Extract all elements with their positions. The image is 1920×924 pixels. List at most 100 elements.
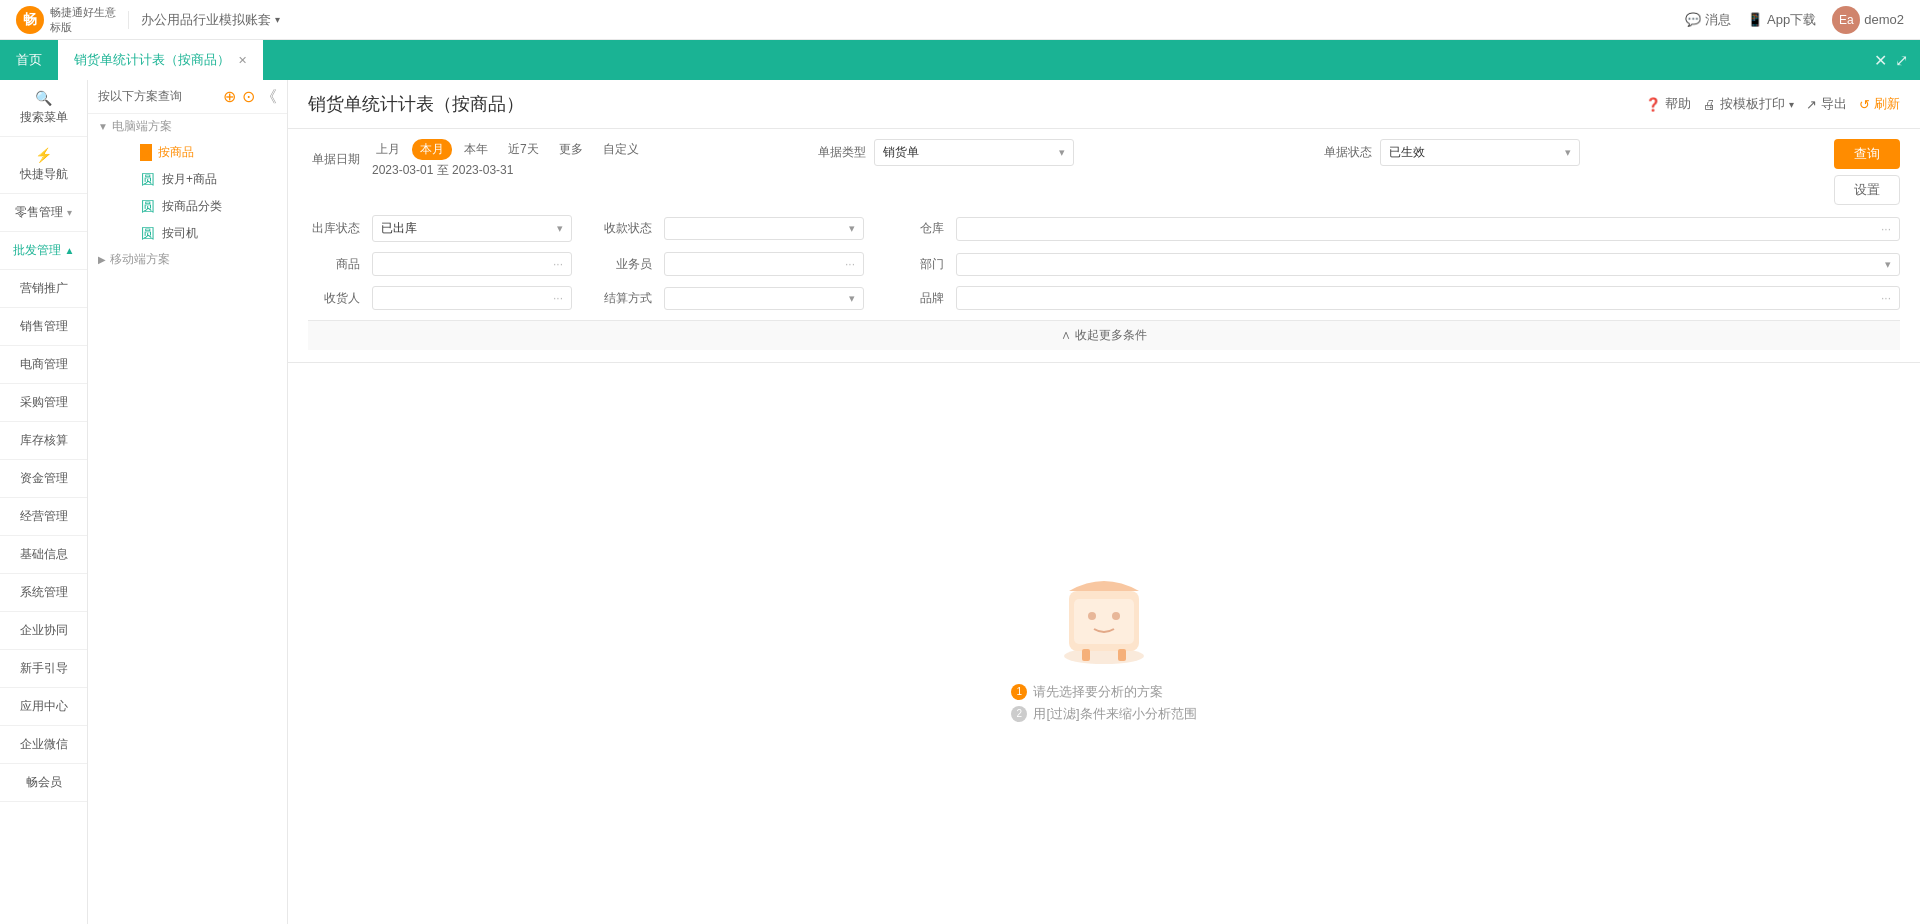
empty-state: 1 请先选择要分析的方案 2 用[过滤]条件来缩小分析范围 <box>288 363 1920 924</box>
print-button[interactable]: 🖨 按模板打印 ▾ <box>1703 95 1794 113</box>
sidebar-item-system[interactable]: 系统管理 <box>0 574 87 612</box>
retail-arrow-icon: ▾ <box>67 207 72 218</box>
date-tab-this-year[interactable]: 本年 <box>456 139 496 160</box>
settle-select[interactable]: ▾ <box>664 287 864 310</box>
sidebar-item-finance[interactable]: 资金管理 <box>0 460 87 498</box>
sidebar-item-member[interactable]: 畅会员 <box>0 764 87 802</box>
sidebar-item-basic[interactable]: 基础信息 <box>0 536 87 574</box>
sidebar-item-search[interactable]: 🔍 搜索菜单 <box>0 80 87 137</box>
sidebar-item-wechat[interactable]: 企业微信 <box>0 726 87 764</box>
tab-close-all-icon[interactable]: ✕ <box>1874 51 1887 70</box>
hint-num-2: 2 <box>1011 706 1027 722</box>
brand-dots-icon: ··· <box>1881 291 1891 305</box>
tabbar: 首页 销货单统计计表（按商品） ✕ ✕ ⤢ <box>0 40 1920 80</box>
tab-expand-icon[interactable]: ⤢ <box>1895 51 1908 70</box>
help-icon: ❓ <box>1645 97 1661 112</box>
tab-home-label: 首页 <box>16 51 42 69</box>
settle-label: 结算方式 <box>600 290 652 307</box>
collapse-bar[interactable]: ∧ 收起更多条件 <box>308 320 1900 350</box>
refresh-button[interactable]: ↺ 刷新 <box>1859 95 1900 113</box>
setting-button[interactable]: 设置 <box>1834 175 1900 205</box>
sidebar-item-sales[interactable]: 销售管理 <box>0 308 87 346</box>
edit-scheme-button[interactable]: ⊙ <box>242 89 255 105</box>
content-area: 销货单统计计表（按商品） ❓ 帮助 🖨 按模板打印 ▾ ↗ 导出 <box>288 80 1920 924</box>
sidebar-item-retail[interactable]: 零售管理 ▾ <box>0 194 87 232</box>
doc-status-label: 单据状态 <box>1320 144 1372 161</box>
logo-icon: 畅 <box>16 6 44 34</box>
avatar: Ea <box>1832 6 1860 34</box>
empty-hints: 1 请先选择要分析的方案 2 用[过滤]条件来缩小分析范围 <box>1011 683 1196 727</box>
date-tab-7days[interactable]: 近7天 <box>500 139 547 160</box>
doc-type-select[interactable]: 销货单 ▾ <box>874 139 1074 166</box>
add-scheme-button[interactable]: ⊕ <box>223 89 236 105</box>
doc-status-select[interactable]: 已生效 ▾ <box>1380 139 1580 166</box>
doc-type-arrow-icon: ▾ <box>1059 146 1065 159</box>
product-select[interactable]: ··· <box>372 252 572 276</box>
left-panel-header: 按以下方案查询 ⊕ ⊙ 《 <box>88 80 287 114</box>
tree-item-by-month-product[interactable]: 圆 按月+商品 <box>112 166 287 193</box>
filter-area: 单据日期 上月 本月 本年 近7天 更多 自定义 2023-03-01 至 20… <box>288 129 1920 363</box>
tab-sales-stats[interactable]: 销货单统计计表（按商品） ✕ <box>58 40 263 80</box>
svg-point-4 <box>1112 612 1120 620</box>
sidebar-item-marketing[interactable]: 营销推广 <box>0 270 87 308</box>
settle-arrow-icon: ▾ <box>849 292 855 305</box>
quick-nav-icon: ⚡ <box>35 147 52 163</box>
date-tab-this-month[interactable]: 本月 <box>412 139 452 160</box>
dept-arrow-icon: ▾ <box>1885 258 1891 271</box>
app-download-button[interactable]: 📱 App下载 <box>1747 11 1816 29</box>
left-panel: 按以下方案查询 ⊕ ⊙ 《 ▼ 电脑端方案 按 按商品 圆 按月+商品 圆 按商… <box>88 80 288 924</box>
empty-state-content: 1 请先选择要分析的方案 2 用[过滤]条件来缩小分析范围 <box>1011 561 1196 727</box>
dept-label: 部门 <box>892 256 944 273</box>
svg-rect-6 <box>1118 649 1126 661</box>
logo-area: 畅 畅捷通好生意 标版 <box>16 5 116 34</box>
filter-row-4: 收货人 ··· 结算方式 ▾ 品牌 ··· <box>308 286 1900 310</box>
wholesale-arrow-icon: ▲ <box>65 245 75 256</box>
sidebar-item-operations[interactable]: 经营管理 <box>0 498 87 536</box>
sidebar-item-purchase[interactable]: 采购管理 <box>0 384 87 422</box>
out-status-select[interactable]: 已出库 ▾ <box>372 215 572 242</box>
collapse-panel-button[interactable]: 《 <box>261 89 277 105</box>
message-button[interactable]: 💬 消息 <box>1685 11 1731 29</box>
sidebar-item-inventory[interactable]: 库存核算 <box>0 422 87 460</box>
sidebar-item-wholesale[interactable]: 批发管理 ▲ <box>0 232 87 270</box>
dept-select[interactable]: ▾ <box>956 253 1900 276</box>
hint-num-1: 1 <box>1011 684 1027 700</box>
receiver-select[interactable]: ··· <box>372 286 572 310</box>
print-arrow-icon: ▾ <box>1789 99 1794 110</box>
sidebar-item-ecommerce[interactable]: 电商管理 <box>0 346 87 384</box>
warehouse-label: 仓库 <box>892 220 944 237</box>
salesperson-label: 业务员 <box>600 256 652 273</box>
by-month-icon: 圆 <box>140 172 156 188</box>
salesperson-select[interactable]: ··· <box>664 252 864 276</box>
tree-section-pc[interactable]: ▼ 电脑端方案 <box>88 114 287 139</box>
receipt-status-select[interactable]: ▾ <box>664 217 864 240</box>
user-menu[interactable]: Ea demo2 <box>1832 6 1904 34</box>
date-label: 单据日期 <box>308 151 360 168</box>
date-tab-custom[interactable]: 自定义 <box>595 139 647 160</box>
page-actions: ❓ 帮助 🖨 按模板打印 ▾ ↗ 导出 ↺ 刷新 <box>1645 95 1900 113</box>
sidebar-item-enterprise[interactable]: 企业协同 <box>0 612 87 650</box>
brand-select[interactable]: ··· <box>956 286 1900 310</box>
tab-home[interactable]: 首页 <box>0 40 58 80</box>
sidebar-item-newbie[interactable]: 新手引导 <box>0 650 87 688</box>
sidebar-item-quick-nav[interactable]: ⚡ 快捷导航 <box>0 137 87 194</box>
by-product-icon: 按 <box>140 144 152 161</box>
warehouse-select[interactable]: ··· <box>956 217 1900 241</box>
date-tab-last-month[interactable]: 上月 <box>368 139 408 160</box>
tree-item-by-product-cat[interactable]: 圆 按商品分类 <box>112 193 287 220</box>
tree-section-mobile[interactable]: ▶ 移动端方案 <box>88 247 287 272</box>
app-selector[interactable]: 办公用品行业模拟账套 ▾ <box>128 11 280 29</box>
export-button[interactable]: ↗ 导出 <box>1806 95 1847 113</box>
tree-expand-icon: ▼ <box>98 121 108 132</box>
receipt-status-arrow-icon: ▾ <box>849 222 855 235</box>
tree-item-by-product[interactable]: 按 按商品 <box>112 139 287 166</box>
receipt-status-label: 收款状态 <box>600 220 652 237</box>
query-button[interactable]: 查询 <box>1834 139 1900 169</box>
sidebar-item-app-center[interactable]: 应用中心 <box>0 688 87 726</box>
tree-item-by-cashier[interactable]: 圆 按司机 <box>112 220 287 247</box>
date-tab-more[interactable]: 更多 <box>551 139 591 160</box>
tab-close-icon[interactable]: ✕ <box>238 54 247 67</box>
chevron-down-icon: ▾ <box>275 14 280 25</box>
help-button[interactable]: ❓ 帮助 <box>1645 95 1691 113</box>
doc-type-label: 单据类型 <box>814 144 866 161</box>
